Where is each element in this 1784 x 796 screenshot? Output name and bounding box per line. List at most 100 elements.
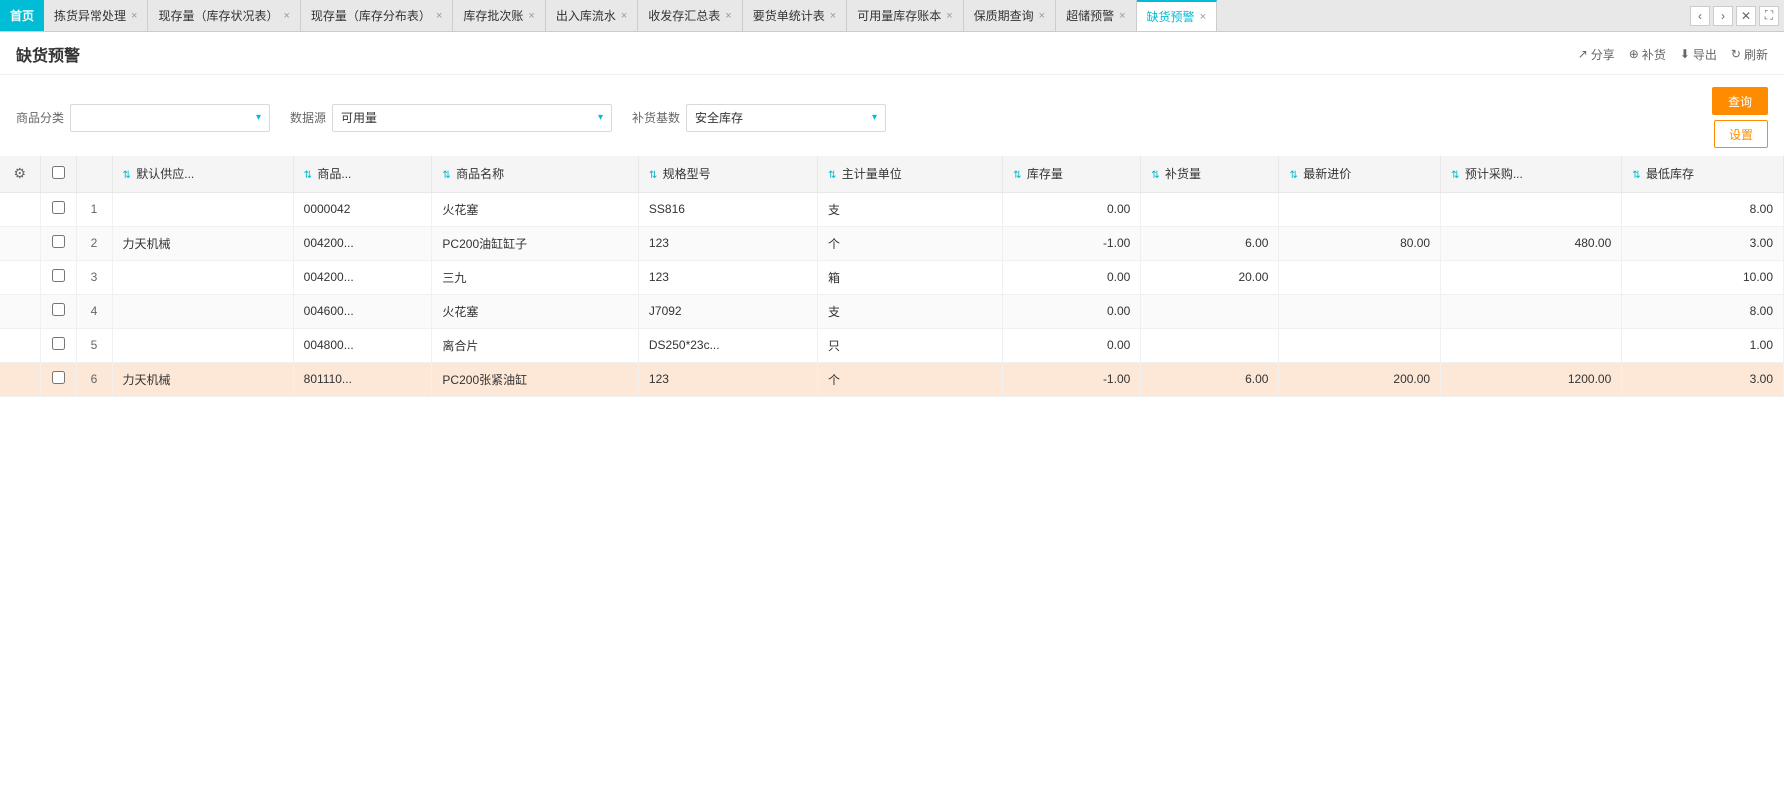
- category-dropdown-icon: ▾: [256, 112, 261, 123]
- col-est-purchase[interactable]: ⇅ 预计采购...: [1441, 156, 1622, 192]
- export-action[interactable]: ⬇ 导出: [1680, 46, 1717, 63]
- row-checkbox-cell-3[interactable]: [40, 294, 76, 328]
- row-name-1: PC200油缸缸子: [432, 226, 638, 260]
- settings-button[interactable]: 设置: [1714, 120, 1768, 148]
- tab-9-close[interactable]: ×: [1039, 10, 1045, 22]
- tab-5-close[interactable]: ×: [621, 10, 627, 22]
- tab-2-close[interactable]: ×: [283, 10, 289, 22]
- col-name[interactable]: ⇅ 商品名称: [432, 156, 638, 192]
- row-settings-1: [0, 226, 40, 260]
- tab-next-btn[interactable]: ›: [1713, 6, 1733, 26]
- tab-4-close[interactable]: ×: [528, 10, 534, 22]
- row-checkbox-cell-0[interactable]: [40, 192, 76, 226]
- tab-3-label: 现存量（库存分布表）: [311, 7, 431, 24]
- replenish-label: 补货: [1642, 46, 1666, 63]
- row-checkbox-2[interactable]: [52, 269, 65, 282]
- row-spec-0: SS816: [638, 192, 817, 226]
- datasource-filter-group: 数据源 可用量 ▾: [290, 104, 612, 132]
- col-spec[interactable]: ⇅ 规格型号: [638, 156, 817, 192]
- datasource-select[interactable]: 可用量 ▾: [332, 104, 612, 132]
- row-est-purchase-3: [1441, 294, 1622, 328]
- tab-5[interactable]: 出入库流水 ×: [546, 0, 638, 31]
- row-checkbox-5[interactable]: [52, 371, 65, 384]
- query-button[interactable]: 查询: [1712, 87, 1768, 115]
- tab-2[interactable]: 现存量（库存状况表） ×: [148, 0, 300, 31]
- tab-7-close[interactable]: ×: [830, 10, 836, 22]
- col-stock[interactable]: ⇅ 库存量: [1003, 156, 1141, 192]
- tab-1-close[interactable]: ×: [131, 10, 137, 22]
- refresh-action[interactable]: ↻ 刷新: [1731, 46, 1768, 63]
- col-min-stock[interactable]: ⇅ 最低库存: [1622, 156, 1784, 192]
- row-code-4: 004800...: [293, 328, 432, 362]
- table-row: 2 力天机械 004200... PC200油缸缸子 123 个 -1.00 6…: [0, 226, 1784, 260]
- category-select[interactable]: ▾: [70, 104, 270, 132]
- row-latest-price-2: [1279, 260, 1441, 294]
- col-supplier[interactable]: ⇅ 默认供应...: [112, 156, 293, 192]
- col-code[interactable]: ⇅ 商品...: [293, 156, 432, 192]
- row-checkbox-4[interactable]: [52, 337, 65, 350]
- row-stock-1: -1.00: [1003, 226, 1141, 260]
- row-checkbox-cell-2[interactable]: [40, 260, 76, 294]
- select-all-checkbox[interactable]: [52, 166, 65, 179]
- row-latest-price-5: 200.00: [1279, 362, 1441, 396]
- row-est-purchase-5: 1200.00: [1441, 362, 1622, 396]
- datasource-dropdown-icon: ▾: [598, 112, 603, 123]
- share-action[interactable]: ↗ 分享: [1578, 46, 1615, 63]
- data-table: ⚙ ⇅ 默认供应... ⇅ 商品... ⇅: [0, 156, 1784, 397]
- tab-8-close[interactable]: ×: [946, 10, 952, 22]
- row-unit-0: 支: [818, 192, 1003, 226]
- tab-6-label: 收发存汇总表: [648, 7, 720, 24]
- tab-4[interactable]: 库存批次账 ×: [453, 0, 545, 31]
- row-checkbox-cell-5[interactable]: [40, 362, 76, 396]
- tab-10-label: 超储预警: [1066, 7, 1114, 24]
- col-unit[interactable]: ⇅ 主计量单位: [818, 156, 1003, 192]
- row-checkbox-cell-4[interactable]: [40, 328, 76, 362]
- tab-9[interactable]: 保质期查询 ×: [964, 0, 1056, 31]
- tab-6[interactable]: 收发存汇总表 ×: [638, 0, 742, 31]
- gear-icon[interactable]: ⚙: [13, 165, 26, 181]
- tab-6-close[interactable]: ×: [725, 10, 731, 22]
- col-settings[interactable]: ⚙: [0, 156, 40, 192]
- tab-3[interactable]: 现存量（库存分布表） ×: [301, 0, 453, 31]
- tab-1[interactable]: 拣货异常处理 ×: [44, 0, 148, 31]
- tab-10-close[interactable]: ×: [1119, 10, 1125, 22]
- replenish-base-select[interactable]: 安全库存 ▾: [686, 104, 886, 132]
- tab-8[interactable]: 可用量库存账本 ×: [847, 0, 963, 31]
- tab-2-label: 现存量（库存状况表）: [158, 7, 278, 24]
- row-replenish-1: 6.00: [1141, 226, 1279, 260]
- row-spec-2: 123: [638, 260, 817, 294]
- tab-1-label: 拣货异常处理: [54, 7, 126, 24]
- col-min-stock-label: 最低库存: [1646, 167, 1694, 181]
- col-replenish[interactable]: ⇅ 补货量: [1141, 156, 1279, 192]
- row-replenish-0: [1141, 192, 1279, 226]
- row-est-purchase-1: 480.00: [1441, 226, 1622, 260]
- row-spec-3: J7092: [638, 294, 817, 328]
- col-replenish-label: 补货量: [1165, 167, 1201, 181]
- row-num-4: 5: [76, 328, 112, 362]
- sort-supplier-icon: ⇅: [123, 170, 131, 181]
- tab-11[interactable]: 缺货预警 ×: [1137, 0, 1217, 31]
- row-spec-1: 123: [638, 226, 817, 260]
- tab-11-close[interactable]: ×: [1200, 11, 1206, 23]
- row-settings-2: [0, 260, 40, 294]
- row-checkbox-cell-1[interactable]: [40, 226, 76, 260]
- tab-3-close[interactable]: ×: [436, 10, 442, 22]
- col-latest-price[interactable]: ⇅ 最新进价: [1279, 156, 1441, 192]
- row-checkbox-0[interactable]: [52, 201, 65, 214]
- tab-10[interactable]: 超储预警 ×: [1056, 0, 1136, 31]
- tab-close-all-btn[interactable]: ✕: [1736, 6, 1756, 26]
- tab-home[interactable]: 首页: [0, 0, 44, 31]
- row-checkbox-3[interactable]: [52, 303, 65, 316]
- tab-7[interactable]: 要货单统计表 ×: [743, 0, 847, 31]
- tab-fullscreen-btn[interactable]: ⛶: [1759, 6, 1779, 26]
- replenish-action[interactable]: ⊕ 补货: [1629, 46, 1666, 63]
- row-num-0: 1: [76, 192, 112, 226]
- tab-home-label: 首页: [10, 7, 34, 24]
- replenish-icon: ⊕: [1629, 47, 1639, 61]
- row-checkbox-1[interactable]: [52, 235, 65, 248]
- export-icon: ⬇: [1680, 47, 1690, 61]
- tab-prev-btn[interactable]: ‹: [1690, 6, 1710, 26]
- row-replenish-5: 6.00: [1141, 362, 1279, 396]
- col-checkbox[interactable]: [40, 156, 76, 192]
- row-stock-4: 0.00: [1003, 328, 1141, 362]
